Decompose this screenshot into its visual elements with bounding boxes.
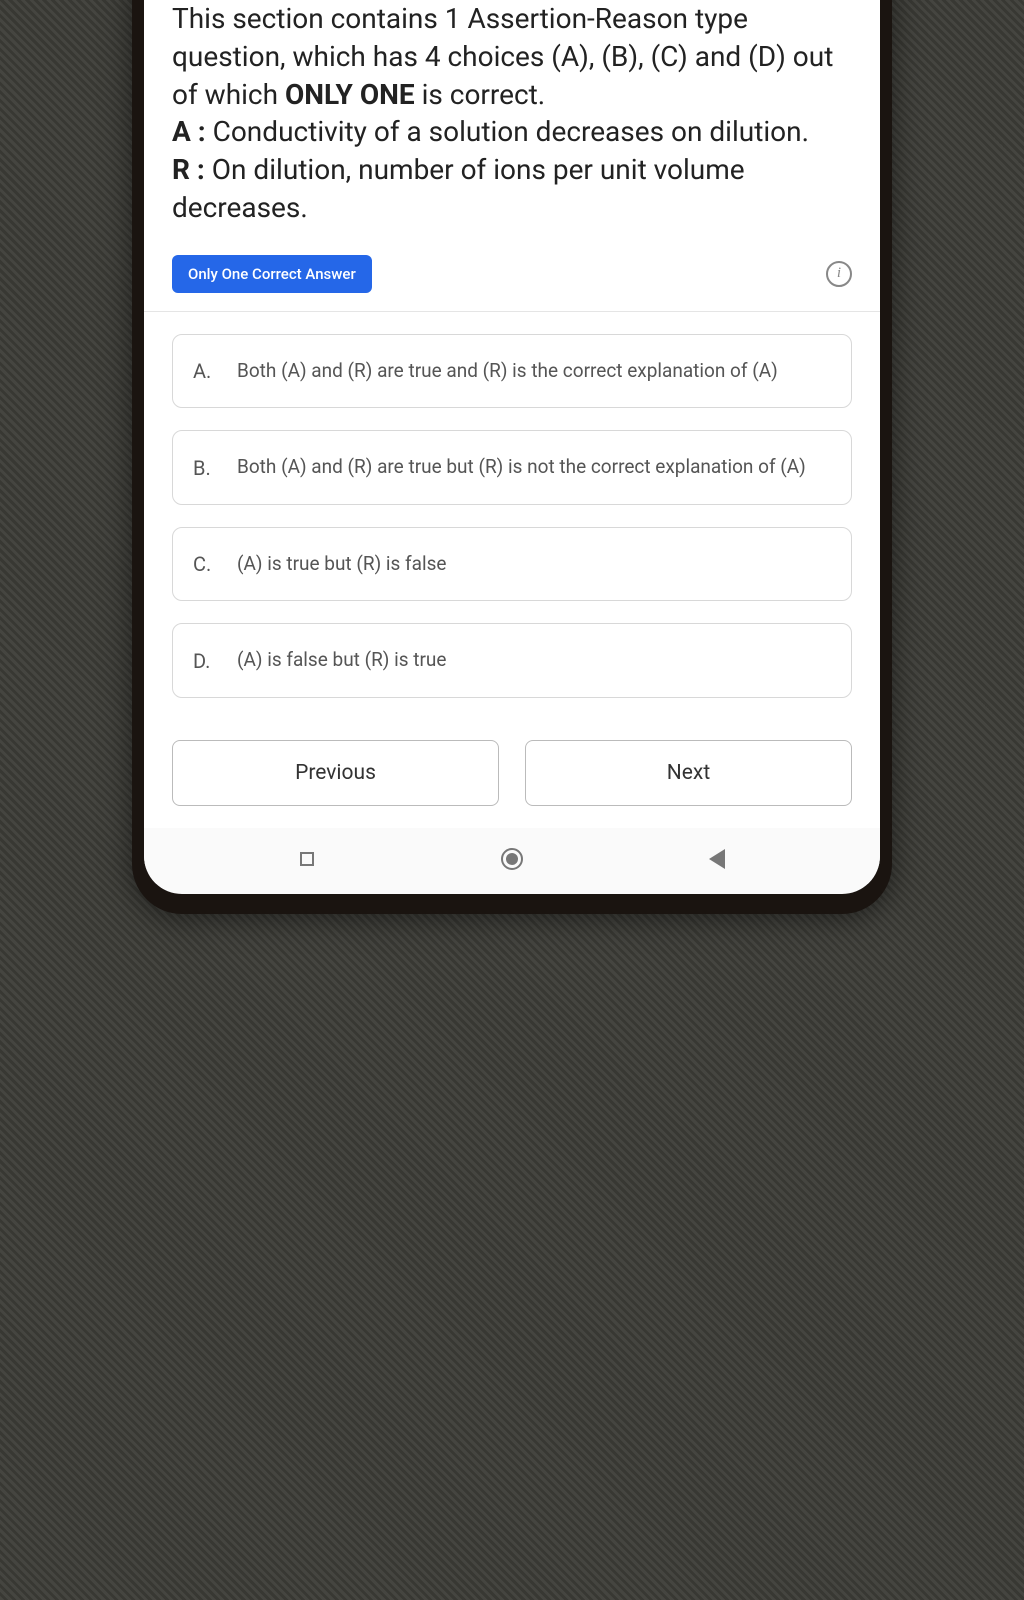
- home-button[interactable]: [501, 848, 523, 870]
- reason-text: On dilution, number of ions per unit vol…: [172, 153, 745, 224]
- option-text: Both (A) and (R) are true and (R) is the…: [237, 357, 778, 386]
- badge-row: Only One Correct Answer i: [172, 255, 852, 293]
- option-d[interactable]: D. (A) is false but (R) is true: [172, 623, 852, 698]
- option-c[interactable]: C. (A) is true but (R) is false: [172, 527, 852, 602]
- option-a[interactable]: A. Both (A) and (R) are true and (R) is …: [172, 334, 852, 409]
- question-intro-after: is correct.: [415, 78, 546, 111]
- assertion-text: Conductivity of a solution decreases on …: [206, 115, 809, 148]
- options-list: A. Both (A) and (R) are true and (R) is …: [172, 334, 852, 728]
- option-text: Both (A) and (R) are true but (R) is not…: [237, 453, 806, 482]
- recent-apps-button[interactable]: [296, 848, 318, 870]
- option-b[interactable]: B. Both (A) and (R) are true but (R) is …: [172, 430, 852, 505]
- option-letter: B.: [193, 456, 217, 480]
- square-icon: [300, 852, 314, 866]
- reason-label: R :: [172, 153, 205, 186]
- option-text: (A) is false but (R) is true: [237, 646, 446, 675]
- option-letter: C.: [193, 552, 217, 576]
- info-icon[interactable]: i: [826, 261, 852, 287]
- system-nav-bar: [144, 828, 880, 884]
- next-button[interactable]: Next: [525, 740, 852, 806]
- option-letter: D.: [193, 649, 217, 673]
- option-letter: A.: [193, 359, 217, 383]
- triangle-icon: [709, 849, 725, 869]
- divider: [144, 311, 880, 312]
- circle-icon: [501, 848, 523, 870]
- phone-screen: This section contains 1 Assertion-Reason…: [144, 0, 880, 894]
- option-text: (A) is true but (R) is false: [237, 550, 446, 579]
- assertion-label: A :: [172, 115, 206, 148]
- question-text: This section contains 1 Assertion-Reason…: [172, 0, 852, 227]
- answer-type-badge: Only One Correct Answer: [172, 255, 372, 293]
- previous-button[interactable]: Previous: [172, 740, 499, 806]
- phone-frame: This section contains 1 Assertion-Reason…: [132, 0, 892, 914]
- back-button[interactable]: [706, 848, 728, 870]
- nav-row: Previous Next: [172, 728, 852, 828]
- question-only-one: ONLY ONE: [285, 78, 415, 111]
- question-content: This section contains 1 Assertion-Reason…: [144, 0, 880, 828]
